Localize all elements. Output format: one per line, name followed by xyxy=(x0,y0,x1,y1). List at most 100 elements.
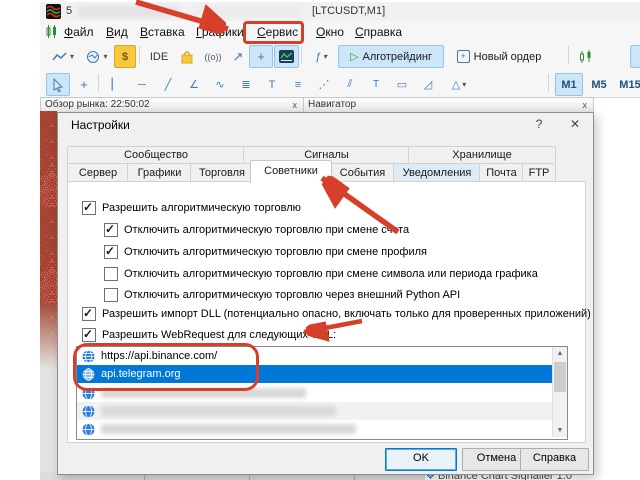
checkbox-box xyxy=(104,267,118,281)
checkbox-box xyxy=(104,222,118,237)
timeframe-m1-button[interactable]: M1 xyxy=(555,73,583,96)
rectangle-tool-button[interactable]: ▭ xyxy=(390,73,414,96)
tab-label: Сервер xyxy=(78,167,118,179)
bar-chart-style-button[interactable] xyxy=(574,45,598,68)
crosshair-tool-button[interactable]: + xyxy=(72,73,96,96)
crosshair-mode-button[interactable]: + xyxy=(249,45,273,68)
checkbox-allow-dll-import[interactable]: Разрешить импорт DLL (потенциально опасн… xyxy=(82,306,591,321)
triangle-tool-button[interactable]: ◿ xyxy=(416,73,440,96)
tab-mail[interactable]: Почта xyxy=(479,163,524,182)
tab-community[interactable]: Сообщество xyxy=(67,146,245,163)
tab-server[interactable]: Сервер xyxy=(67,163,129,182)
text-label-tool-button[interactable]: T xyxy=(364,73,388,96)
menu-help[interactable]: Справка xyxy=(351,23,406,41)
tab-trade[interactable]: Торговля xyxy=(190,163,254,182)
scroll-up-icon[interactable]: ▲ xyxy=(553,347,567,360)
horizontal-line-tool-button[interactable]: ─ xyxy=(130,73,154,96)
dialog-help-button[interactable]: ? xyxy=(530,117,548,131)
webrequest-url-list[interactable]: https://api.binance.com/ api.telegram.or… xyxy=(76,346,568,440)
parallel-lines-icon: ⫽ xyxy=(347,78,353,90)
trend-angle-tool-button[interactable]: ∠ xyxy=(182,73,206,96)
url-row-redacted[interactable] xyxy=(77,420,553,438)
tab-charts[interactable]: Графики xyxy=(127,163,192,182)
url-row-redacted[interactable] xyxy=(77,384,553,402)
clipped-toolbar-button[interactable] xyxy=(630,45,640,68)
indicator-window-dropdown[interactable]: ▾ xyxy=(80,45,114,68)
channel-tool-button[interactable]: ≣ xyxy=(234,73,258,96)
tab-ftp[interactable]: FTP xyxy=(522,163,556,182)
globe-icon xyxy=(82,386,95,400)
menu-window[interactable]: Окно xyxy=(312,23,348,41)
ok-button[interactable]: OK xyxy=(385,448,457,471)
tab-expert-advisors[interactable]: Советники xyxy=(250,160,332,183)
navigator-header[interactable]: Навигатор x xyxy=(303,97,594,113)
polyline-tool-button[interactable]: ∿ xyxy=(208,73,232,96)
url-row-binance[interactable]: https://api.binance.com/ xyxy=(77,347,553,365)
checkbox-label: Отключить алгоритмическую торговлю через… xyxy=(124,289,461,301)
market-watch-header[interactable]: Обзор рынка: 22:50:02 x xyxy=(40,97,304,113)
algo-trading-button[interactable]: ▷ Алготрейдинг xyxy=(338,45,444,68)
checkbox-allow-webrequest[interactable]: Разрешить WebRequest для следующих URL: xyxy=(82,327,336,342)
checkbox-box xyxy=(104,288,118,302)
navigator-close-icon[interactable]: x xyxy=(583,99,588,112)
fibo-retracement-tool-button[interactable]: ≡ xyxy=(286,73,310,96)
url-row-telegram[interactable]: api.telegram.org xyxy=(77,365,553,383)
ide-button[interactable]: IDE xyxy=(143,45,175,68)
m1-label: M1 xyxy=(561,78,577,91)
checkbox-box xyxy=(104,244,118,259)
timeframe-m5-button[interactable]: M5 xyxy=(585,73,613,96)
m5-label: M5 xyxy=(591,78,607,91)
toolbar-separator xyxy=(139,46,140,64)
signal-icon: ((o)) xyxy=(204,51,222,62)
text-icon: T xyxy=(268,78,276,91)
help-button[interactable]: Справка xyxy=(520,448,589,471)
mt5-logo-icon xyxy=(46,4,61,19)
globe-icon xyxy=(82,404,95,418)
scroll-down-icon[interactable]: ▼ xyxy=(553,424,567,437)
dollar-icon: $ xyxy=(121,50,129,63)
tab-storage[interactable]: Хранилище xyxy=(408,146,556,163)
timeframe-m15-button[interactable]: M15 xyxy=(615,73,640,96)
parallel-channel-tool-button[interactable]: ⫽ xyxy=(338,73,362,96)
tab-notifications[interactable]: Уведомления xyxy=(393,163,481,182)
channel-icon: ≣ xyxy=(241,79,251,91)
checkbox-disable-python-api[interactable]: Отключить алгоритмическую торговлю через… xyxy=(104,288,460,302)
vertical-line-tool-button[interactable]: ▏ xyxy=(104,73,128,96)
new-order-button[interactable]: + Новый ордер xyxy=(448,45,550,68)
trendline-tool-button[interactable]: ╱ xyxy=(156,73,180,96)
menu-charts[interactable]: Графики xyxy=(192,23,248,41)
checkbox-allow-algo-trading[interactable]: Разрешить алгоритмическую торговлю xyxy=(82,200,301,215)
window-title-symbol: [LTCUSDT,M1] xyxy=(312,5,386,17)
checkbox-disable-on-account-change[interactable]: Отключить алгоритмическую торговлю при с… xyxy=(104,222,409,237)
vertical-line-icon: ▏ xyxy=(111,79,121,91)
url-row-redacted[interactable] xyxy=(77,402,553,420)
vps-button[interactable]: ↗ xyxy=(227,45,249,68)
fibo-fan-tool-button[interactable]: ⋰ xyxy=(312,73,336,96)
market-watch-close-icon[interactable]: x xyxy=(293,99,298,112)
horizontal-line-icon: ─ xyxy=(138,78,146,91)
signals-button[interactable]: ((o)) xyxy=(199,45,227,68)
dialog-close-button[interactable]: ✕ xyxy=(566,117,584,131)
menu-insert[interactable]: Вставка xyxy=(136,23,189,41)
trendline-icon: ╱ xyxy=(164,79,172,91)
tab-label: Графики xyxy=(137,167,182,179)
chart-type-dropdown[interactable]: ▾ xyxy=(46,45,80,68)
checkbox-disable-on-symbol-change[interactable]: Отключить алгоритмическую торговлю при с… xyxy=(104,267,538,281)
text-tool-button[interactable]: T xyxy=(260,73,284,96)
menu-tools[interactable]: Сервис xyxy=(253,23,302,41)
checkbox-disable-on-profile-change[interactable]: Отключить алгоритмическую торговлю при с… xyxy=(104,244,427,259)
marketplace-button[interactable] xyxy=(175,45,199,68)
chart-window-button[interactable] xyxy=(274,45,299,68)
tab-label: События xyxy=(339,167,386,179)
tab-events[interactable]: События xyxy=(330,163,395,182)
indicators-dropdown[interactable]: ƒ ▾ xyxy=(305,45,337,68)
cursor-tool-button[interactable] xyxy=(46,73,70,96)
list-scrollbar[interactable]: ▲ ▼ xyxy=(552,347,567,437)
new-order-icon: + xyxy=(456,50,470,63)
scrollbar-thumb[interactable] xyxy=(554,362,566,392)
url-text: api.telegram.org xyxy=(101,368,181,380)
menu-view[interactable]: Вид xyxy=(102,23,132,41)
shapes-dropdown-button[interactable]: △ ▾ xyxy=(442,73,476,96)
deposit-button[interactable]: $ xyxy=(114,45,136,68)
menu-file[interactable]: Файл xyxy=(60,23,98,41)
